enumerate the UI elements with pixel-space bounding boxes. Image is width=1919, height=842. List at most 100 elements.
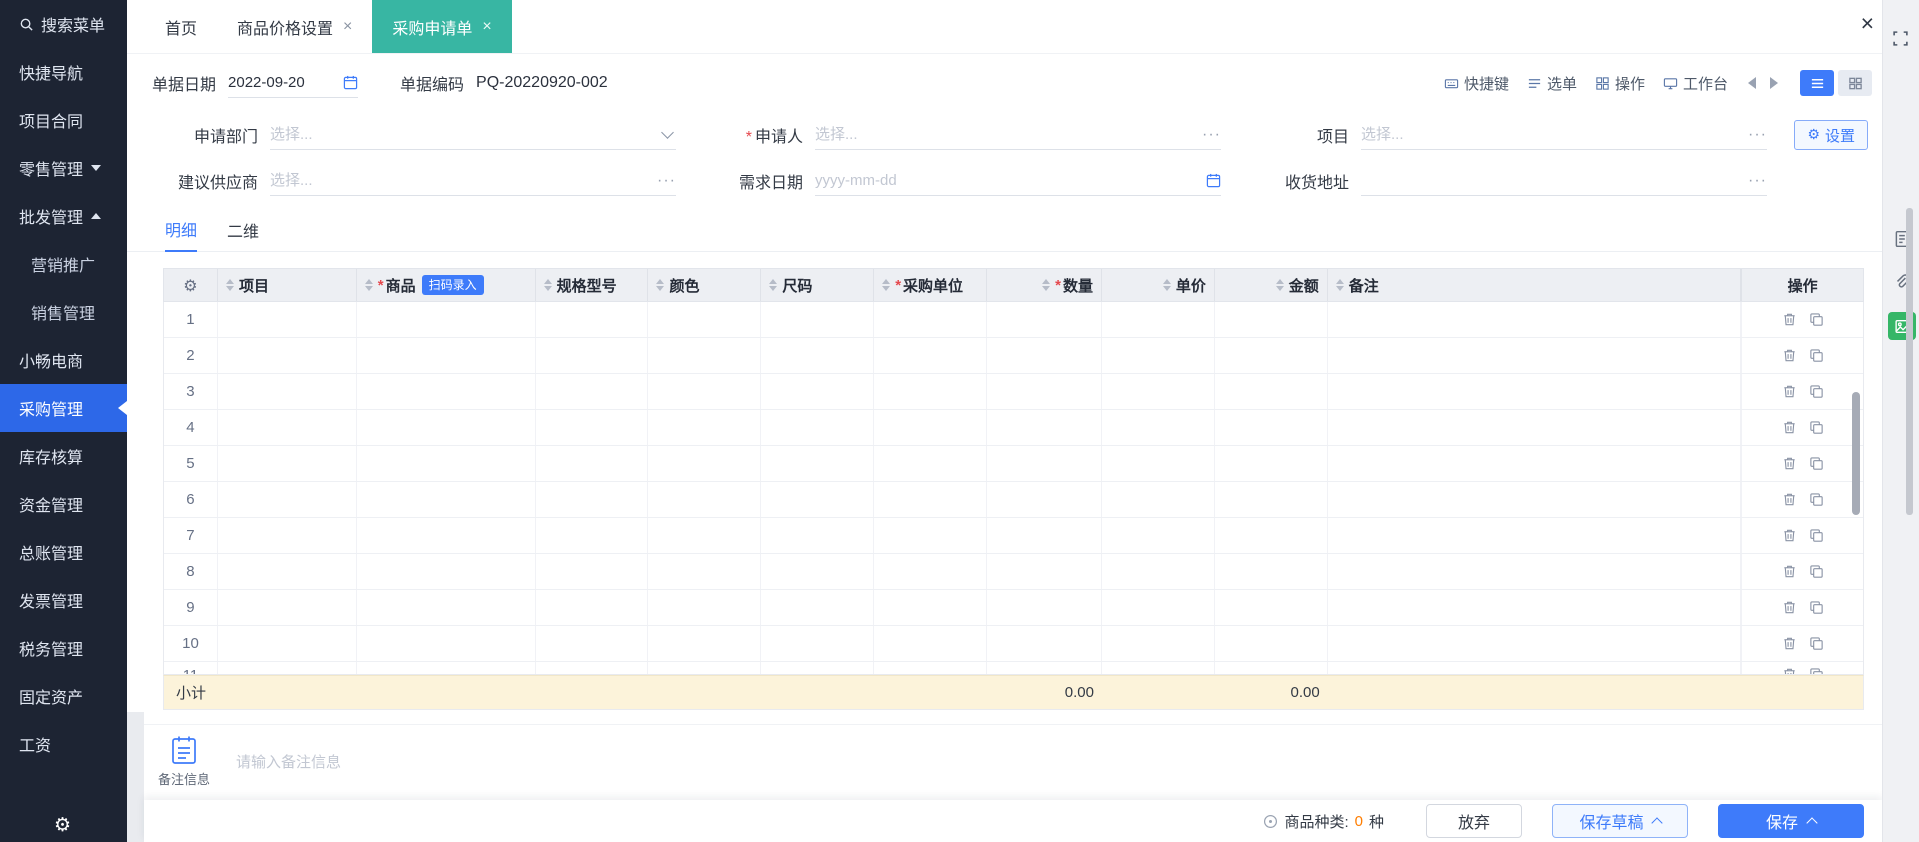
sidebar-item-12[interactable]: 发票管理 (0, 576, 127, 624)
cell-size[interactable] (761, 410, 875, 445)
delete-row-icon[interactable] (1782, 528, 1797, 543)
grid-view-toggle[interactable] (1838, 70, 1872, 96)
settings-gear-icon[interactable]: ⚙ (54, 816, 71, 835)
cell-amount[interactable] (1215, 482, 1328, 517)
cell-product[interactable] (357, 446, 536, 481)
applicant-select[interactable]: ··· (815, 120, 1221, 150)
cell-qty[interactable] (987, 410, 1102, 445)
cell-qty[interactable] (987, 662, 1102, 674)
cell-price[interactable] (1102, 446, 1215, 481)
cell-amount[interactable] (1215, 302, 1328, 337)
scan-entry-badge[interactable]: 扫码录入 (421, 275, 484, 295)
next-arrow-icon[interactable] (1770, 77, 1778, 89)
cell-price[interactable] (1102, 482, 1215, 517)
copy-row-icon[interactable] (1809, 348, 1824, 363)
delete-row-icon[interactable] (1782, 384, 1797, 399)
tab-detail[interactable]: 明细 (165, 217, 198, 252)
cell-price[interactable] (1102, 374, 1215, 409)
cell-price[interactable] (1102, 302, 1215, 337)
cell-spec[interactable] (536, 590, 649, 625)
cell-size[interactable] (761, 482, 875, 517)
applicant-input[interactable] (815, 126, 1199, 143)
close-tab-icon[interactable]: × (482, 18, 491, 35)
discard-button[interactable]: 放弃 (1426, 804, 1522, 838)
toolbar-grid-button[interactable]: 操作 (1595, 73, 1645, 94)
sort-icon[interactable] (225, 279, 234, 291)
column-header-gear[interactable]: ⚙ (164, 269, 218, 301)
cell-qty[interactable] (987, 446, 1102, 481)
copy-row-icon[interactable] (1809, 667, 1824, 674)
cell-product[interactable] (357, 302, 536, 337)
delivery-address-field[interactable]: ··· (1361, 166, 1767, 196)
sidebar-item-2[interactable]: 项目合同 (0, 96, 127, 144)
cell-remark[interactable] (1328, 446, 1742, 481)
sort-icon[interactable] (656, 279, 665, 291)
cell-project[interactable] (218, 302, 357, 337)
sort-icon[interactable] (1042, 279, 1051, 291)
column-header-spec[interactable]: 规格型号 (536, 269, 649, 301)
table-row-11[interactable]: 11 (164, 662, 1863, 674)
settings-button[interactable]: ⚙ 设置 (1794, 120, 1868, 150)
delete-row-icon[interactable] (1782, 348, 1797, 363)
delete-row-icon[interactable] (1782, 564, 1797, 579)
cell-project[interactable] (218, 518, 357, 553)
cell-qty[interactable] (987, 590, 1102, 625)
doc-date-input[interactable] (228, 74, 342, 91)
copy-row-icon[interactable] (1809, 492, 1824, 507)
cell-price[interactable] (1102, 518, 1215, 553)
delete-row-icon[interactable] (1782, 420, 1797, 435)
cell-color[interactable] (648, 626, 762, 661)
calendar-icon[interactable] (343, 75, 358, 90)
sidebar-item-5[interactable]: 营销推广 (0, 240, 127, 288)
cell-spec[interactable] (536, 446, 649, 481)
cell-spec[interactable] (536, 338, 649, 373)
remarks-icon-box[interactable]: 备注信息 (144, 725, 224, 800)
cell-qty[interactable] (987, 626, 1102, 661)
sidebar-item-10[interactable]: 资金管理 (0, 480, 127, 528)
cell-unit[interactable] (874, 626, 988, 661)
sort-icon[interactable] (1275, 279, 1284, 291)
sort-icon[interactable] (1335, 279, 1344, 291)
cell-amount[interactable] (1215, 374, 1328, 409)
copy-row-icon[interactable] (1809, 312, 1824, 327)
cell-project[interactable] (218, 338, 357, 373)
table-row-2[interactable]: 2 (164, 338, 1863, 374)
sidebar-item-14[interactable]: 固定资产 (0, 672, 127, 720)
save-button[interactable]: 保存 (1718, 804, 1864, 838)
delete-row-icon[interactable] (1782, 600, 1797, 615)
tab-purchase-requisition[interactable]: 采购申请单 × (372, 0, 512, 53)
table-row-9[interactable]: 9 (164, 590, 1863, 626)
table-row-6[interactable]: 6 (164, 482, 1863, 518)
close-icon[interactable]: × (1861, 12, 1874, 35)
cell-project[interactable] (218, 626, 357, 661)
more-options-icon[interactable]: ··· (1748, 126, 1767, 144)
toolbar-list-button[interactable]: 选单 (1527, 73, 1577, 94)
cell-color[interactable] (648, 590, 762, 625)
cell-spec[interactable] (536, 374, 649, 409)
column-header-price[interactable]: 单价 (1102, 269, 1215, 301)
column-header-amount[interactable]: 金额 (1215, 269, 1328, 301)
cell-price[interactable] (1102, 554, 1215, 589)
cell-remark[interactable] (1328, 590, 1742, 625)
tab-home[interactable]: 首页 (145, 0, 217, 53)
copy-row-icon[interactable] (1809, 636, 1824, 651)
cell-product[interactable] (357, 374, 536, 409)
more-options-icon[interactable]: ··· (657, 172, 676, 190)
cell-product[interactable] (357, 482, 536, 517)
required-date-field[interactable] (815, 166, 1221, 196)
cell-remark[interactable] (1328, 338, 1742, 373)
cell-unit[interactable] (874, 590, 988, 625)
sidebar-item-8[interactable]: 采购管理 (0, 384, 127, 432)
cell-remark[interactable] (1328, 554, 1742, 589)
sidebar-item-9[interactable]: 库存核算 (0, 432, 127, 480)
cell-color[interactable] (648, 374, 762, 409)
column-header-color[interactable]: 颜色 (648, 269, 762, 301)
cell-size[interactable] (761, 626, 875, 661)
cell-remark[interactable] (1328, 518, 1742, 553)
required-date-input[interactable] (815, 172, 1204, 189)
tab-2d[interactable]: 二维 (227, 218, 259, 251)
delete-row-icon[interactable] (1782, 456, 1797, 471)
cell-spec[interactable] (536, 662, 649, 674)
cell-amount[interactable] (1215, 626, 1328, 661)
table-settings-gear-icon[interactable]: ⚙ (183, 276, 197, 295)
